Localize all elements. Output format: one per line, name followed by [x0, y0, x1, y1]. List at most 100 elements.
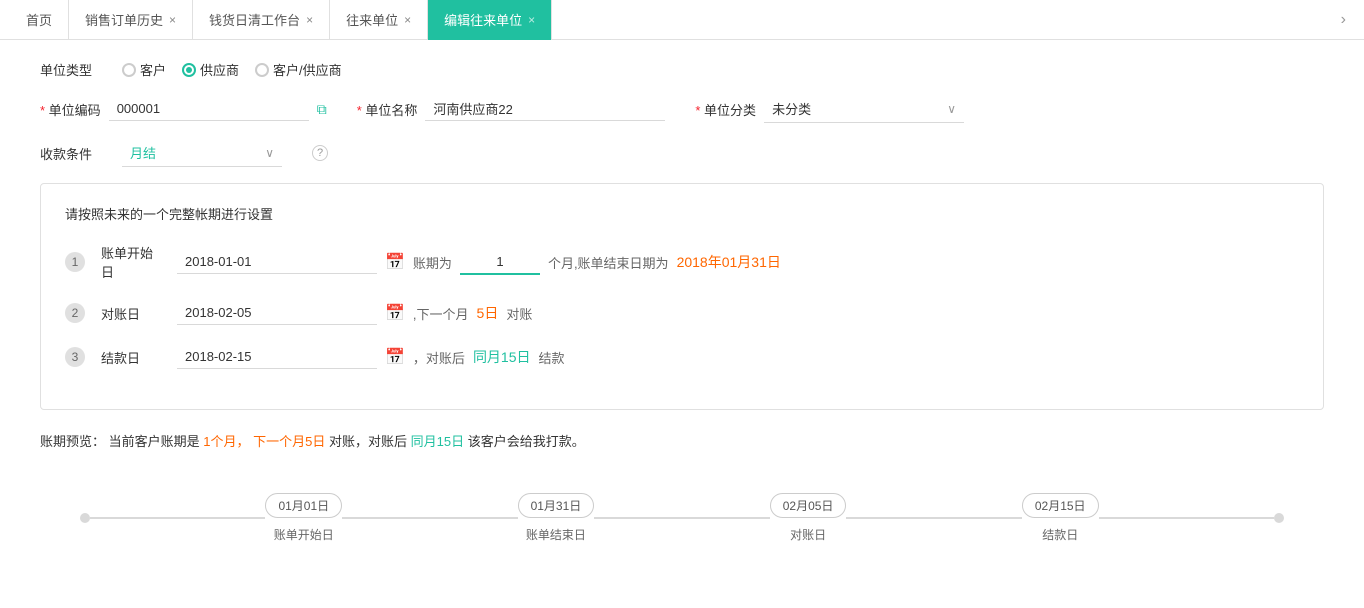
copy-icon[interactable]: ⧉	[317, 101, 327, 118]
unit-category-select[interactable]: 未分类 ∨	[764, 95, 964, 123]
settlement-day-highlight: 同月15日	[473, 347, 531, 367]
tab-sales-history-close[interactable]: ×	[169, 13, 176, 27]
row-num-2: 2	[65, 303, 85, 323]
months-input[interactable]	[460, 250, 540, 275]
setting-row-2: 2 对账日 📅 ,下一个月5日 对账	[65, 301, 1299, 325]
setting-row-3: 3 结款日 📅 ，对账后 同月15日 结款	[65, 345, 1299, 369]
timeline-label-2: 账单结束日	[526, 526, 586, 543]
unit-type-label: 单位类型	[40, 60, 92, 79]
timeline-badge-1: 01月01日	[265, 493, 342, 518]
tab-cash-workbench-label: 钱货日清工作台	[209, 10, 300, 29]
months-suffix: 个月,账单结束日期为	[548, 253, 669, 272]
radio-both[interactable]: 客户/供应商	[255, 60, 342, 79]
reconcile-suffix-2: 对账	[506, 304, 532, 323]
radio-customer[interactable]: 客户	[122, 60, 166, 79]
payment-terms-value: 月结	[130, 143, 261, 162]
setting-row-1: 1 账单开始日 📅 账期为 个月,账单结束日期为 2018年01月31日	[65, 243, 1299, 281]
tab-home-label: 首页	[26, 10, 52, 29]
reconcile-date-calendar-icon[interactable]: 📅	[385, 303, 405, 323]
timeline-end-dot	[1274, 513, 1284, 523]
settlement-date-input[interactable]	[177, 345, 377, 369]
timeline-node-2: 01月31日 账单结束日	[518, 493, 595, 543]
row-label-3: 结款日	[101, 348, 161, 367]
timeline-label-3: 对账日	[790, 526, 826, 543]
row-label-2: 对账日	[101, 304, 161, 323]
tab-edit-partner-close[interactable]: ×	[528, 13, 535, 27]
settlement-date-calendar-icon[interactable]: 📅	[385, 347, 405, 367]
radio-group-unit-type: 客户 供应商 客户/供应商	[122, 60, 342, 79]
timeline: 01月01日 账单开始日 01月31日 账单结束日 02月05日 对账日 02月…	[40, 473, 1324, 583]
timeline-start-dot	[80, 513, 90, 523]
radio-customer-label: 客户	[140, 60, 166, 79]
reconcile-date-input[interactable]	[177, 301, 377, 325]
timeline-line-3	[594, 517, 769, 519]
period-label: 账期为	[413, 253, 452, 272]
timeline-badge-4: 02月15日	[1022, 493, 1099, 518]
unit-code-input[interactable]	[109, 97, 309, 121]
tab-sales-history[interactable]: 销售订单历史 ×	[69, 0, 193, 40]
timeline-line-4	[846, 517, 1021, 519]
unit-name-input[interactable]	[425, 97, 665, 121]
tabs-arrow[interactable]: ›	[1333, 11, 1354, 29]
unit-fields-row: 单位编码 ⧉ 单位名称 单位分类 未分类 ∨	[40, 95, 1324, 123]
radio-both-label: 客户/供应商	[273, 60, 342, 79]
settlement-suffix-2: 结款	[539, 348, 565, 367]
radio-both-circle	[255, 63, 269, 77]
timeline-line-1	[90, 517, 265, 519]
settings-panel: 请按照未来的一个完整帐期进行设置 1 账单开始日 📅 账期为 个月,账单结束日期…	[40, 183, 1324, 410]
payment-terms-row: 收款条件 月结 ∨ ?	[40, 139, 1324, 167]
unit-code-group: 单位编码 ⧉	[40, 97, 327, 121]
payment-terms-select[interactable]: 月结 ∨	[122, 139, 282, 167]
tab-partner-close[interactable]: ×	[404, 13, 411, 27]
tab-home[interactable]: 首页	[10, 0, 69, 40]
main-content: 单位类型 客户 供应商 客户/供应商 单位编码 ⧉ 单位名称	[0, 40, 1364, 608]
tab-cash-workbench[interactable]: 钱货日清工作台 ×	[193, 0, 330, 40]
preview-highlight1: 1个月，	[203, 434, 249, 449]
preview-text4: 该客户会给我打款。	[468, 434, 585, 449]
row-label-1: 账单开始日	[101, 243, 161, 281]
timeline-badge-3: 02月05日	[770, 493, 847, 518]
tab-edit-partner[interactable]: 编辑往来单位 ×	[428, 0, 552, 40]
timeline-badge-2: 01月31日	[518, 493, 595, 518]
tab-partner-label: 往来单位	[346, 10, 398, 29]
radio-supplier[interactable]: 供应商	[182, 60, 239, 79]
start-date-input[interactable]	[177, 250, 377, 274]
row-num-1: 1	[65, 252, 85, 272]
unit-name-label: 单位名称	[357, 100, 418, 119]
help-icon[interactable]: ?	[312, 145, 328, 161]
timeline-label-1: 账单开始日	[274, 526, 334, 543]
row-content-1: 📅 账期为 个月,账单结束日期为 2018年01月31日	[177, 250, 1299, 275]
unit-category-group: 单位分类 未分类 ∨	[695, 95, 964, 123]
tab-partner[interactable]: 往来单位 ×	[330, 0, 428, 40]
radio-supplier-label: 供应商	[200, 60, 239, 79]
unit-category-arrow: ∨	[947, 102, 956, 116]
unit-category-label: 单位分类	[695, 100, 756, 119]
row-num-3: 3	[65, 347, 85, 367]
timeline-node-3: 02月05日 对账日	[770, 493, 847, 543]
radio-supplier-circle	[182, 63, 196, 77]
preview-text2: 下一个月5日	[253, 434, 325, 449]
timeline-node-4: 02月15日 结款日	[1022, 493, 1099, 543]
timeline-line-2	[342, 517, 517, 519]
end-date-highlight: 2018年01月31日	[677, 252, 781, 272]
tab-cash-workbench-close[interactable]: ×	[306, 13, 313, 27]
start-date-calendar-icon[interactable]: 📅	[385, 252, 405, 272]
row-content-3: 📅 ，对账后 同月15日 结款	[177, 345, 1299, 369]
unit-name-group: 单位名称	[357, 97, 666, 121]
tabs-bar: 首页 销售订单历史 × 钱货日清工作台 × 往来单位 × 编辑往来单位 × ›	[0, 0, 1364, 40]
preview-text3: 对账，对账后	[329, 434, 407, 449]
unit-type-row: 单位类型 客户 供应商 客户/供应商	[40, 60, 1324, 79]
panel-description: 请按照未来的一个完整帐期进行设置	[65, 204, 1299, 223]
preview-label: 账期预览：	[40, 434, 105, 449]
preview-highlight2: 同月15日	[411, 434, 464, 449]
unit-code-label: 单位编码	[40, 100, 101, 119]
payment-terms-label: 收款条件	[40, 144, 92, 163]
payment-terms-arrow: ∨	[265, 146, 274, 160]
timeline-label-4: 结款日	[1042, 526, 1078, 543]
tab-sales-history-label: 销售订单历史	[85, 10, 163, 29]
preview-text: 账期预览： 当前客户账期是 1个月， 下一个月5日 对账，对账后 同月15日 该…	[40, 430, 1324, 453]
preview-text-before: 当前客户账期是	[109, 434, 200, 449]
settlement-suffix-1: ，对账后	[413, 348, 465, 367]
timeline-node-1: 01月01日 账单开始日	[265, 493, 342, 543]
timeline-line-5	[1099, 517, 1274, 519]
